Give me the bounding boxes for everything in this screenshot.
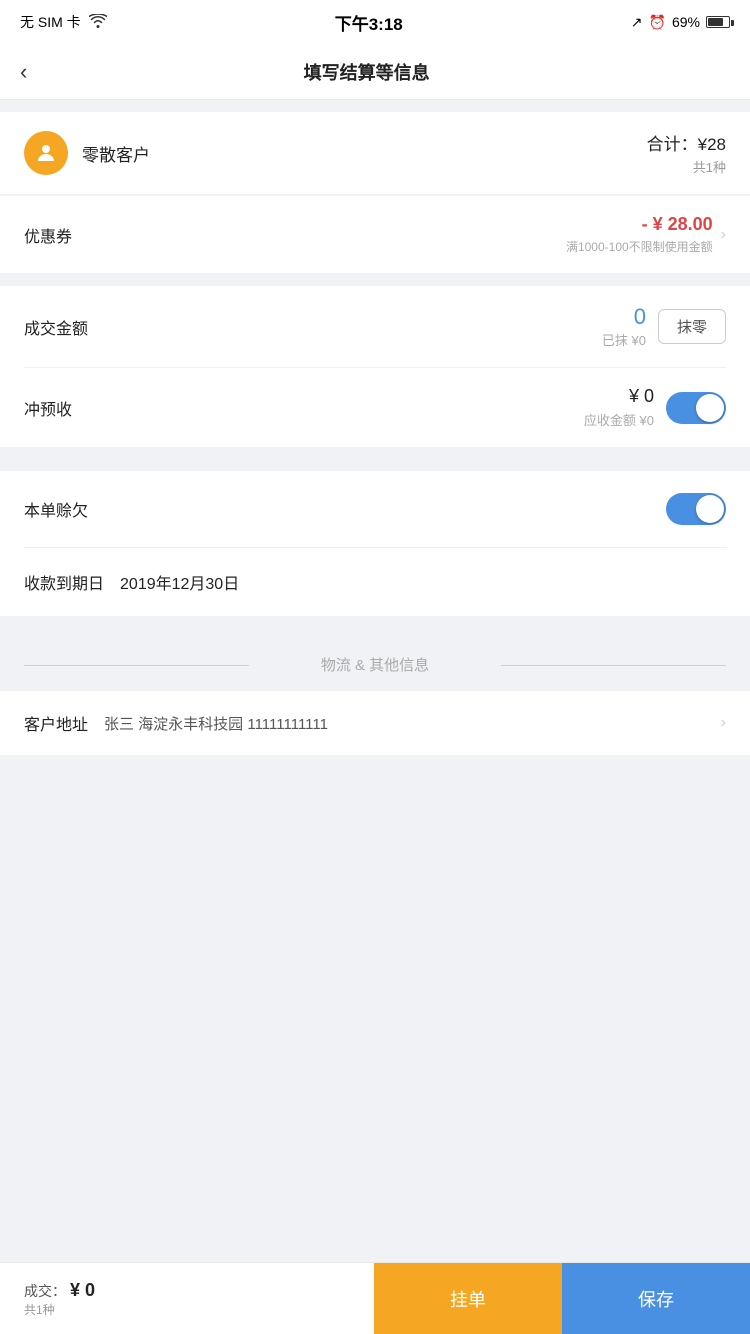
alarm-icon: ⏰ <box>649 14 666 31</box>
page-title: 填写结算等信息 <box>43 59 690 85</box>
address-value: 张三 海淀永丰科技园 11111111111 <box>104 713 721 734</box>
address-section[interactable]: 客户地址 张三 海淀永丰科技园 11111111111 › <box>0 691 750 755</box>
status-right: ↗ ⏰ 69% <box>631 14 730 31</box>
carrier-label: 无 SIM 卡 <box>20 12 81 32</box>
transaction-amount-row: 成交金额 0 已抹 ¥0 抹零 <box>24 286 726 368</box>
location-icon: ↗ <box>631 14 643 31</box>
bottom-transaction-amount: ¥ 0 <box>70 1280 95 1301</box>
customer-info: 零散客户 <box>24 131 150 175</box>
address-chevron-icon: › <box>721 714 726 732</box>
coupon-label: 优惠券 <box>24 223 72 247</box>
transaction-section: 成交金额 0 已抹 ¥0 抹零 冲预收 ¥ 0 应收金额 ¥0 <box>0 286 750 447</box>
section-divider-2 <box>0 447 750 459</box>
status-bar: 无 SIM 卡 下午3:18 ↗ ⏰ 69% <box>0 0 750 44</box>
save-button[interactable]: 保存 <box>562 1263 750 1334</box>
due-date-label: 收款到期日 <box>24 570 104 594</box>
customer-avatar <box>24 131 68 175</box>
section-divider-3 <box>0 616 750 628</box>
transaction-amount-right: 0 已抹 ¥0 抹零 <box>602 304 726 349</box>
hang-button[interactable]: 挂单 <box>374 1263 562 1334</box>
logistics-section: 物流 & 其他信息 <box>0 640 750 689</box>
coupon-chevron-icon: › <box>721 226 726 244</box>
battery-percent: 69% <box>672 14 700 30</box>
prepay-right: ¥ 0 应收金额 ¥0 <box>584 386 726 429</box>
total-amount: 合计：¥28 <box>647 130 726 155</box>
customer-total: 合计：¥28 共1种 <box>647 130 726 176</box>
prepay-amount: ¥ 0 <box>584 386 654 407</box>
status-time: 下午3:18 <box>335 10 403 35</box>
nav-bar: ‹ 填写结算等信息 <box>0 44 750 100</box>
receivable-label: 应收金额 ¥0 <box>584 410 654 429</box>
customer-section: 零散客户 合计：¥28 共1种 <box>0 112 750 194</box>
battery-icon <box>706 16 730 28</box>
coupon-amount: - ¥ 28.00 <box>566 214 713 235</box>
due-date-row: 收款到期日 2019年12月30日 <box>24 548 726 616</box>
already-rounded-label: 已抹 ¥0 <box>602 330 646 349</box>
status-left: 无 SIM 卡 <box>20 12 107 32</box>
coupon-value-wrap: - ¥ 28.00 满1000-100不限制使用金额 <box>566 214 713 255</box>
prepay-values: ¥ 0 应收金额 ¥0 <box>584 386 654 429</box>
toggle-knob <box>696 394 724 422</box>
customer-name: 零散客户 <box>82 141 150 166</box>
debt-label: 本单赊欠 <box>24 497 88 521</box>
total-count: 共1种 <box>647 157 726 176</box>
empty-space <box>0 755 750 935</box>
transaction-amount-label: 成交金额 <box>24 315 88 339</box>
round-button[interactable]: 抹零 <box>658 309 726 344</box>
bottom-transaction-label: 成交： <box>24 1281 66 1301</box>
bottom-count: 共1种 <box>24 1301 350 1318</box>
logistics-header: 物流 & 其他信息 <box>0 640 750 689</box>
debt-section: 本单赊欠 收款到期日 2019年12月30日 <box>0 471 750 616</box>
coupon-right: - ¥ 28.00 满1000-100不限制使用金额 › <box>566 214 726 255</box>
transaction-amount-value[interactable]: 0 <box>602 304 646 330</box>
logistics-label: 物流 & 其他信息 <box>321 657 429 674</box>
prepay-row: 冲预收 ¥ 0 应收金额 ¥0 <box>24 368 726 447</box>
back-button[interactable]: ‹ <box>20 51 43 93</box>
bottom-transaction-line: 成交： ¥ 0 <box>24 1280 350 1301</box>
debt-toggle-knob <box>696 495 724 523</box>
address-label: 客户地址 <box>24 711 88 735</box>
prepay-toggle[interactable] <box>666 392 726 424</box>
debt-row: 本单赊欠 <box>24 471 726 548</box>
debt-toggle[interactable] <box>666 493 726 525</box>
bottom-bar: 成交： ¥ 0 共1种 挂单 保存 <box>0 1262 750 1334</box>
due-date-value[interactable]: 2019年12月30日 <box>120 570 239 594</box>
bottom-info: 成交： ¥ 0 共1种 <box>0 1263 374 1334</box>
coupon-desc: 满1000-100不限制使用金额 <box>566 238 713 255</box>
coupon-section[interactable]: 优惠券 - ¥ 28.00 满1000-100不限制使用金额 › <box>0 196 750 274</box>
wifi-icon <box>89 14 107 31</box>
prepay-label: 冲预收 <box>24 396 72 420</box>
section-divider-1 <box>0 274 750 286</box>
